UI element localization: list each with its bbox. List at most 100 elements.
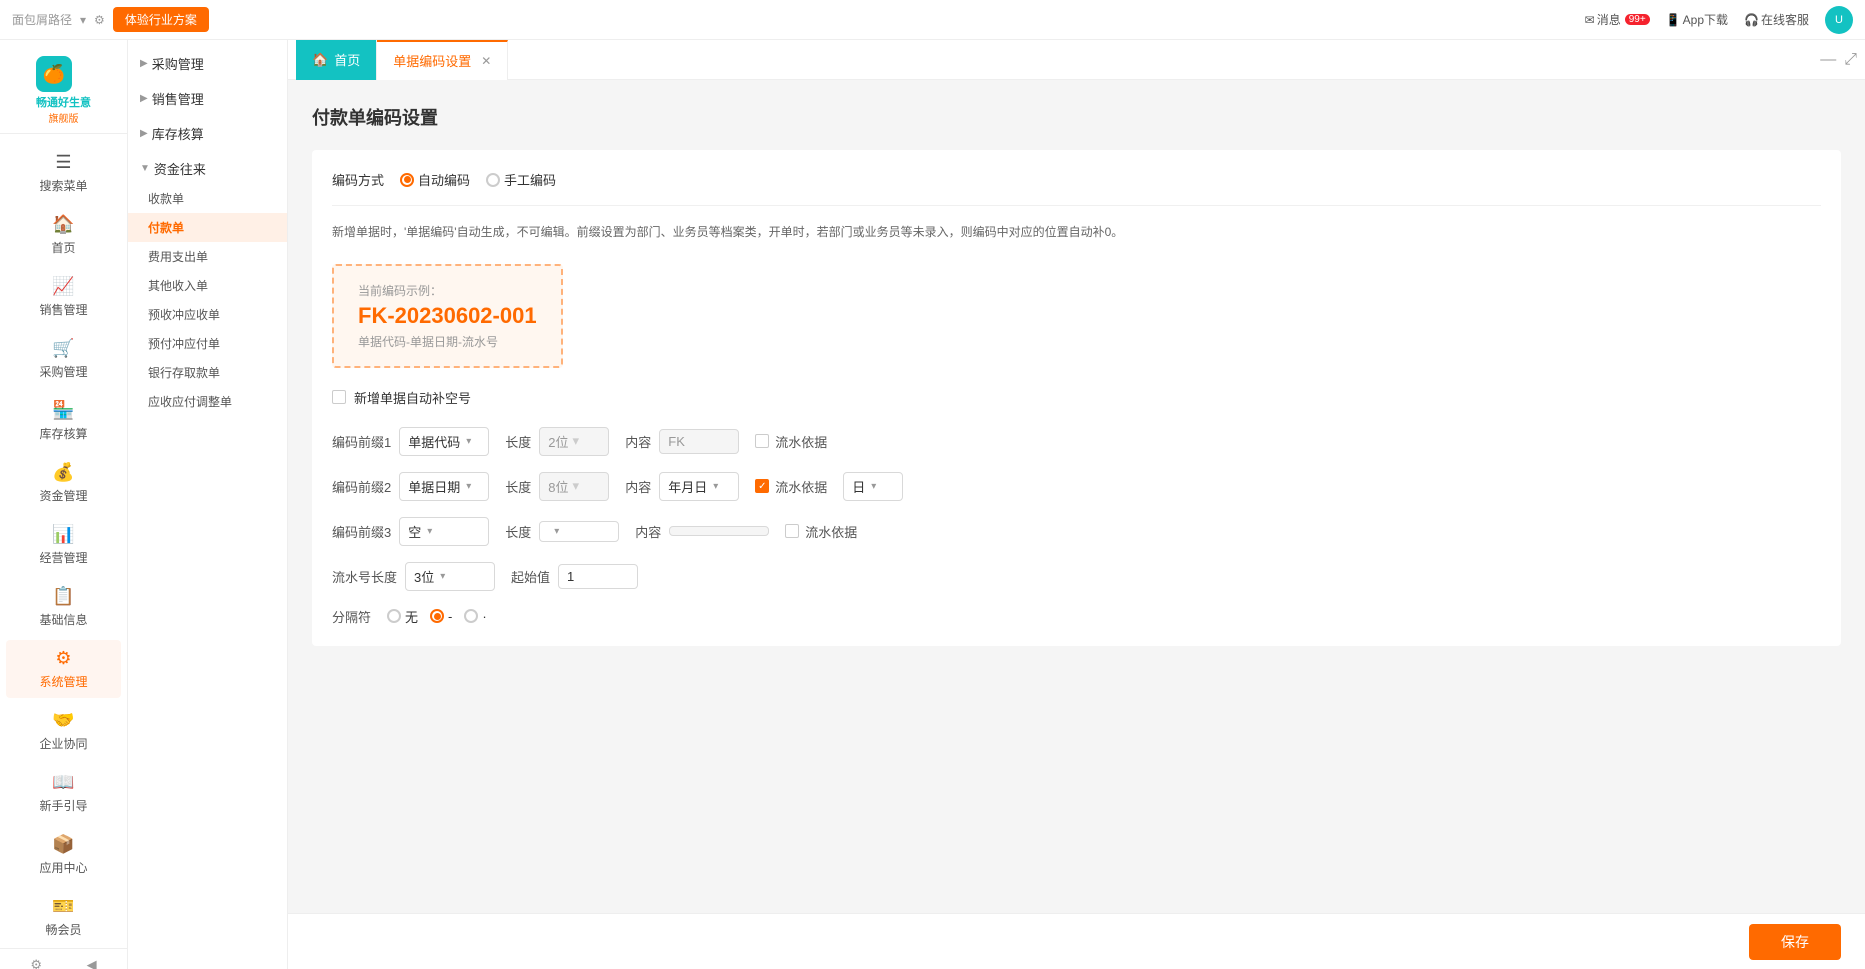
page-content: 付款单编码设置 编码方式 自动编码 手工编码	[288, 80, 1865, 913]
prefix3-length-field: 长度 ▾	[505, 521, 619, 542]
trial-button[interactable]: 体验行业方案	[113, 7, 209, 32]
prefix1-row: 编码前缀1 单据代码 ▾ 长度 2位 ▾ 内容	[332, 427, 1821, 456]
manual-code-radio[interactable]: 手工编码	[486, 170, 556, 189]
inventory-icon: 🏪	[52, 400, 74, 421]
prefix1-watermark: 流水依据	[755, 432, 827, 451]
prefix3-field: 编码前缀3 空 ▾	[332, 517, 489, 546]
sidebar-item-sales[interactable]: 📈 销售管理	[6, 268, 121, 326]
prefix1-length-input: 2位 ▾	[539, 427, 609, 456]
topbar: 面包屑路径 ▾ ⚙ 体验行业方案 ✉ 消息 99+ 📱 App下载 🎧 在线客服…	[0, 0, 1865, 40]
sec-item-bank[interactable]: 银行存取款单	[128, 358, 287, 387]
sidebar-item-label: 资金管理	[39, 487, 87, 504]
encoding-method-label: 编码方式	[332, 170, 384, 189]
sidebar-item-enterprise[interactable]: 🤝 企业协同	[6, 702, 121, 760]
chevron-down-icon: ▾	[572, 478, 579, 494]
settings-icon[interactable]: ⚙	[94, 13, 105, 27]
finance-icon: 💰	[52, 462, 74, 483]
sep-none-radio[interactable]: 无	[387, 607, 418, 626]
chevron-down-icon: ▾	[466, 436, 471, 447]
sep-dot2-radio[interactable]: ·	[464, 609, 486, 624]
sidebar-item-label: 搜索菜单	[39, 177, 87, 194]
auto-fill-label: 新增单据自动补空号	[354, 388, 471, 407]
sec-item-adjustment[interactable]: 应收应付调整单	[128, 387, 287, 416]
user-avatar[interactable]: U	[1825, 6, 1853, 34]
sidebar-settings-icon[interactable]: ⚙	[30, 957, 42, 969]
day-select-box[interactable]: 日 ▾	[843, 472, 903, 501]
sidebar-item-inventory[interactable]: 🏪 库存核算	[6, 392, 121, 450]
sidebar-item-finance[interactable]: 💰 资金管理	[6, 454, 121, 512]
arrow-right-icon: ▶	[140, 128, 148, 139]
prefix1-watermark-checkbox[interactable]	[755, 434, 769, 448]
sidebar-narrow: 🍊 畅通好生意 旗舰版 ☰ 搜索菜单 🏠 首页 📈 销售管理 🛒 采购管理 🏪 …	[0, 40, 128, 969]
sec-group-inventory: ▶ 库存核算	[128, 118, 287, 149]
info-text: 新增单据时，'单据编码'自动生成，不可编辑。前缀设置为部门、业务员等档案类，开单…	[332, 222, 1821, 244]
prefix3-length-select[interactable]: ▾	[539, 521, 619, 542]
chevron-down-icon: ▾	[871, 481, 876, 492]
preview-box: 当前编码示例： FK-20230602-001 单据代码-单据日期-流水号	[332, 264, 563, 368]
messages-link[interactable]: ✉ 消息 99+	[1585, 11, 1650, 28]
chevron-down-icon: ▾	[554, 526, 559, 537]
sidebar-item-member[interactable]: 🎫 畅会员	[6, 888, 121, 946]
footer-bar: 保存	[288, 913, 1865, 969]
sidebar-item-purchase[interactable]: 🛒 采购管理	[6, 330, 121, 388]
prefix1-length-field: 长度 2位 ▾	[505, 427, 609, 456]
serial-length-select[interactable]: 3位 ▾	[405, 562, 495, 591]
app-download-link[interactable]: 📱 App下载	[1666, 11, 1728, 28]
chevron-down-icon: ▾	[440, 571, 445, 582]
sec-group-inventory-title[interactable]: ▶ 库存核算	[128, 118, 287, 149]
serial-start-label: 起始值	[511, 567, 550, 586]
sidebar-item-basic[interactable]: 📋 基础信息	[6, 578, 121, 636]
auto-code-radio-circle	[400, 173, 414, 187]
sidebar-item-home[interactable]: 🏠 首页	[6, 206, 121, 264]
sidebar-item-label: 首页	[51, 239, 75, 256]
prefix3-select[interactable]: 空 ▾	[399, 517, 489, 546]
sec-group-purchase-title[interactable]: ▶ 采购管理	[128, 48, 287, 79]
prefix2-watermark-checkbox[interactable]: ✓	[755, 479, 769, 493]
sec-item-payment[interactable]: 付款单	[128, 213, 287, 242]
encoding-method-row: 编码方式 自动编码 手工编码	[332, 170, 1821, 206]
prefix3-watermark-checkbox[interactable]	[785, 524, 799, 538]
sidebar-item-label: 经营管理	[39, 549, 87, 566]
minimize-icon[interactable]: —	[1820, 51, 1836, 69]
sec-group-finance-title[interactable]: ▼ 资金往来	[128, 153, 287, 184]
maximize-icon[interactable]: ⤢	[1844, 51, 1857, 69]
serial-start-input[interactable]	[558, 564, 638, 589]
sep-dot-radio-circle	[430, 609, 444, 623]
sidebar-item-label: 采购管理	[39, 363, 87, 380]
sidebar-item-label: 系统管理	[39, 673, 87, 690]
sec-item-receipt[interactable]: 收款单	[128, 184, 287, 213]
tab-home[interactable]: 🏠 首页	[296, 40, 377, 80]
sec-item-other-income[interactable]: 其他收入单	[128, 271, 287, 300]
sidebar-item-label: 新手引导	[39, 797, 87, 814]
save-button[interactable]: 保存	[1749, 924, 1841, 960]
sidebar-item-system[interactable]: ⚙ 系统管理	[6, 640, 121, 698]
prefix2-select[interactable]: 单据日期 ▾	[399, 472, 489, 501]
tab-expand: — ⤢	[1820, 51, 1857, 69]
sep-dot-radio[interactable]: -	[430, 609, 452, 624]
dropdown-icon[interactable]: ▾	[80, 13, 86, 27]
tab-close-icon[interactable]: ✕	[481, 54, 491, 68]
sec-item-expense[interactable]: 费用支出单	[128, 242, 287, 271]
basic-icon: 📋	[52, 586, 74, 607]
system-icon: ⚙	[55, 648, 71, 669]
sidebar-item-operations[interactable]: 📊 经营管理	[6, 516, 121, 574]
sidebar-item-apps[interactable]: 📦 应用中心	[6, 826, 121, 884]
sec-group-sales-title[interactable]: ▶ 销售管理	[128, 83, 287, 114]
auto-fill-checkbox[interactable]	[332, 390, 346, 404]
prefix2-content-select[interactable]: 年月日 ▾	[659, 472, 739, 501]
tab-encoding[interactable]: 单据编码设置 ✕	[377, 40, 508, 80]
sec-item-pre-pay[interactable]: 预付冲应付单	[128, 329, 287, 358]
sidebar-collapse-icon[interactable]: ◀	[87, 957, 97, 969]
prefix3-row: 编码前缀3 空 ▾ 长度 ▾ 内容	[332, 517, 1821, 546]
prefix1-select[interactable]: 单据代码 ▾	[399, 427, 489, 456]
message-badge: 99+	[1625, 14, 1650, 25]
sec-item-pre-receive[interactable]: 预收冲应收单	[128, 300, 287, 329]
enterprise-icon: 🤝	[52, 710, 74, 731]
preview-desc: 单据代码-单据日期-流水号	[358, 333, 537, 350]
encoding-radio-group: 自动编码 手工编码	[400, 170, 556, 189]
sidebar-item-search[interactable]: ☰ 搜索菜单	[6, 144, 121, 202]
auto-code-radio[interactable]: 自动编码	[400, 170, 470, 189]
sidebar-item-guide[interactable]: 📖 新手引导	[6, 764, 121, 822]
prefix2-content-field: 内容 年月日 ▾	[625, 472, 739, 501]
online-service-link[interactable]: 🎧 在线客服	[1744, 11, 1809, 28]
